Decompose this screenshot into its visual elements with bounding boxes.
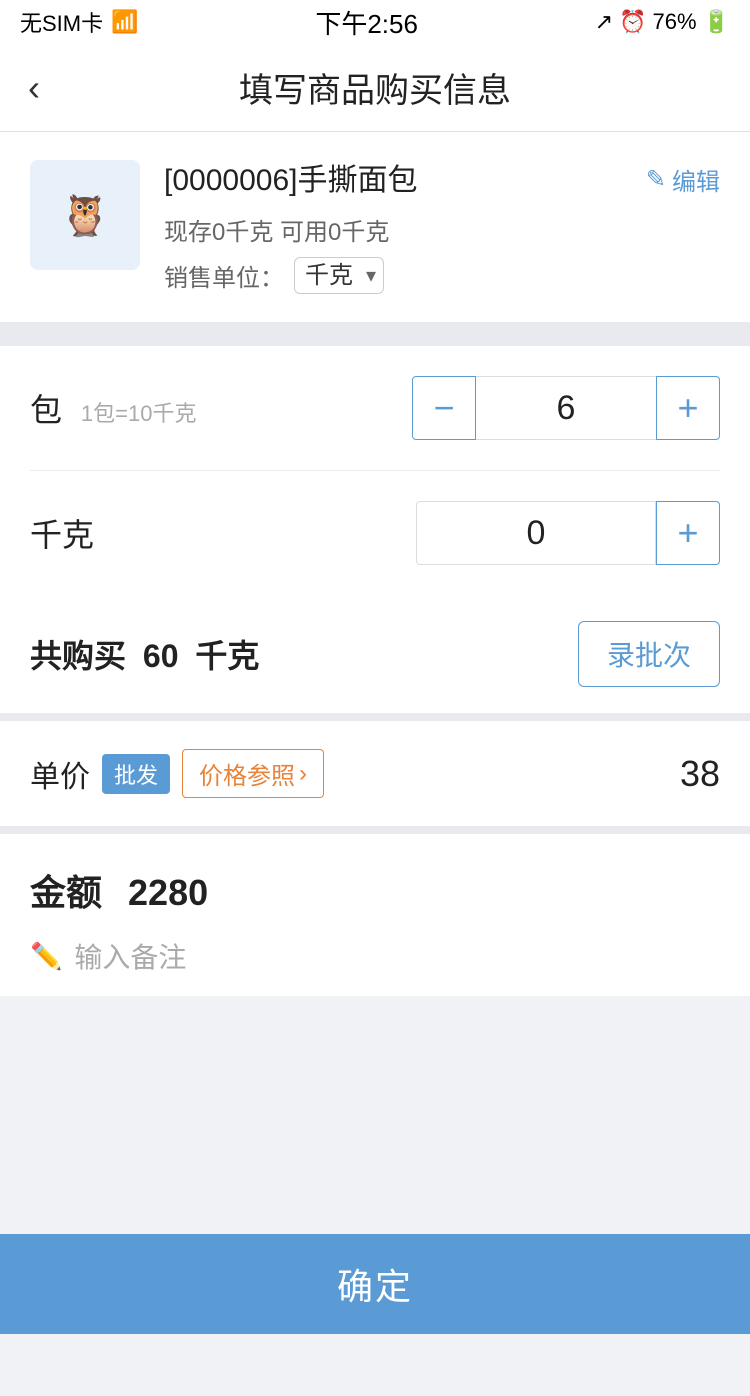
page-title: 填写商品购买信息 bbox=[239, 63, 511, 112]
bao-qty-control: − + bbox=[412, 376, 720, 440]
carrier-text: 无SIM卡 bbox=[20, 6, 103, 38]
battery-icon: 🔋 bbox=[703, 9, 730, 35]
kg-plus-button[interactable]: + bbox=[656, 501, 720, 565]
bao-plus-button[interactable]: + bbox=[656, 376, 720, 440]
product-card: 🦉 [0000006]手撕面包 现存0千克 可用0千克 销售单位： 千克 包 ▾… bbox=[0, 132, 750, 330]
remark-row[interactable]: ✏️ 输入备注 bbox=[30, 936, 720, 976]
bottom-bar[interactable]: 确定 bbox=[0, 1234, 750, 1334]
product-thumbnail: 🦉 bbox=[30, 160, 140, 270]
kg-label: 千克 bbox=[30, 510, 416, 556]
product-name: [0000006]手撕面包 bbox=[164, 160, 622, 202]
edit-icon: ✎ bbox=[646, 165, 666, 194]
kg-input-row: 千克 + bbox=[30, 471, 720, 595]
input-section: 包 1包=10千克 − + 千克 + bbox=[0, 346, 750, 595]
price-ref-button[interactable]: 价格参照 › bbox=[182, 749, 324, 798]
battery-text: 76% bbox=[653, 9, 697, 35]
total-text: 共购买 60 千克 bbox=[30, 631, 259, 677]
product-unit-row: 销售单位： 千克 包 ▾ bbox=[164, 257, 622, 294]
back-button[interactable]: ‹ bbox=[28, 67, 40, 109]
price-label: 单价 批发 价格参照 › bbox=[30, 749, 324, 798]
nav-bar: ‹ 填写商品购买信息 bbox=[0, 44, 750, 132]
kg-qty-control: + bbox=[416, 501, 720, 565]
section-divider-1 bbox=[0, 330, 750, 346]
remark-placeholder: 输入备注 bbox=[74, 936, 186, 976]
total-section: 共购买 60 千克 录批次 bbox=[0, 595, 750, 721]
bao-sublabel: 1包=10千克 bbox=[81, 401, 197, 426]
price-value: 38 bbox=[680, 753, 720, 795]
amount-value: 2280 bbox=[128, 872, 208, 913]
batch-button[interactable]: 录批次 bbox=[578, 621, 720, 687]
chevron-right-icon: › bbox=[299, 760, 307, 788]
price-row: 单价 批发 价格参照 › 38 bbox=[30, 749, 720, 826]
bao-input-row: 包 1包=10千克 − + bbox=[30, 346, 720, 471]
edit-button[interactable]: ✎ 编辑 bbox=[646, 162, 720, 197]
bao-minus-button[interactable]: − bbox=[412, 376, 476, 440]
product-info: [0000006]手撕面包 现存0千克 可用0千克 销售单位： 千克 包 ▾ bbox=[164, 160, 622, 294]
product-thumb-icon: 🦉 bbox=[60, 192, 110, 239]
product-stock: 现存0千克 可用0千克 bbox=[164, 212, 622, 247]
status-time: 下午2:56 bbox=[315, 4, 418, 41]
kg-qty-input[interactable] bbox=[416, 501, 656, 565]
pencil-icon: ✏️ bbox=[30, 941, 62, 972]
unit-select-wrapper[interactable]: 千克 包 ▾ bbox=[294, 257, 384, 294]
status-right: ↗ ⏰ 76% 🔋 bbox=[595, 9, 730, 35]
price-section: 单价 批发 价格参照 › 38 bbox=[0, 721, 750, 834]
amount-section: 金额 2280 ✏️ 输入备注 bbox=[0, 834, 750, 996]
amount-row: 金额 2280 bbox=[30, 864, 720, 916]
price-type-tag: 批发 bbox=[102, 754, 170, 794]
location-icon: ↗ bbox=[595, 9, 613, 35]
status-bar: 无SIM卡 📶 下午2:56 ↗ ⏰ 76% 🔋 bbox=[0, 0, 750, 44]
wifi-icon: 📶 bbox=[111, 9, 138, 35]
bao-label: 包 1包=10千克 bbox=[30, 385, 412, 431]
edit-label: 编辑 bbox=[672, 162, 720, 197]
total-amount: 60 bbox=[143, 638, 179, 674]
unit-select[interactable]: 千克 包 bbox=[294, 257, 384, 294]
unit-label: 销售单位： bbox=[164, 258, 284, 293]
alarm-icon: ⏰ bbox=[619, 9, 646, 35]
status-carrier: 无SIM卡 📶 bbox=[20, 6, 139, 38]
bao-qty-input[interactable] bbox=[476, 376, 656, 440]
confirm-button[interactable]: 确定 bbox=[337, 1258, 413, 1310]
